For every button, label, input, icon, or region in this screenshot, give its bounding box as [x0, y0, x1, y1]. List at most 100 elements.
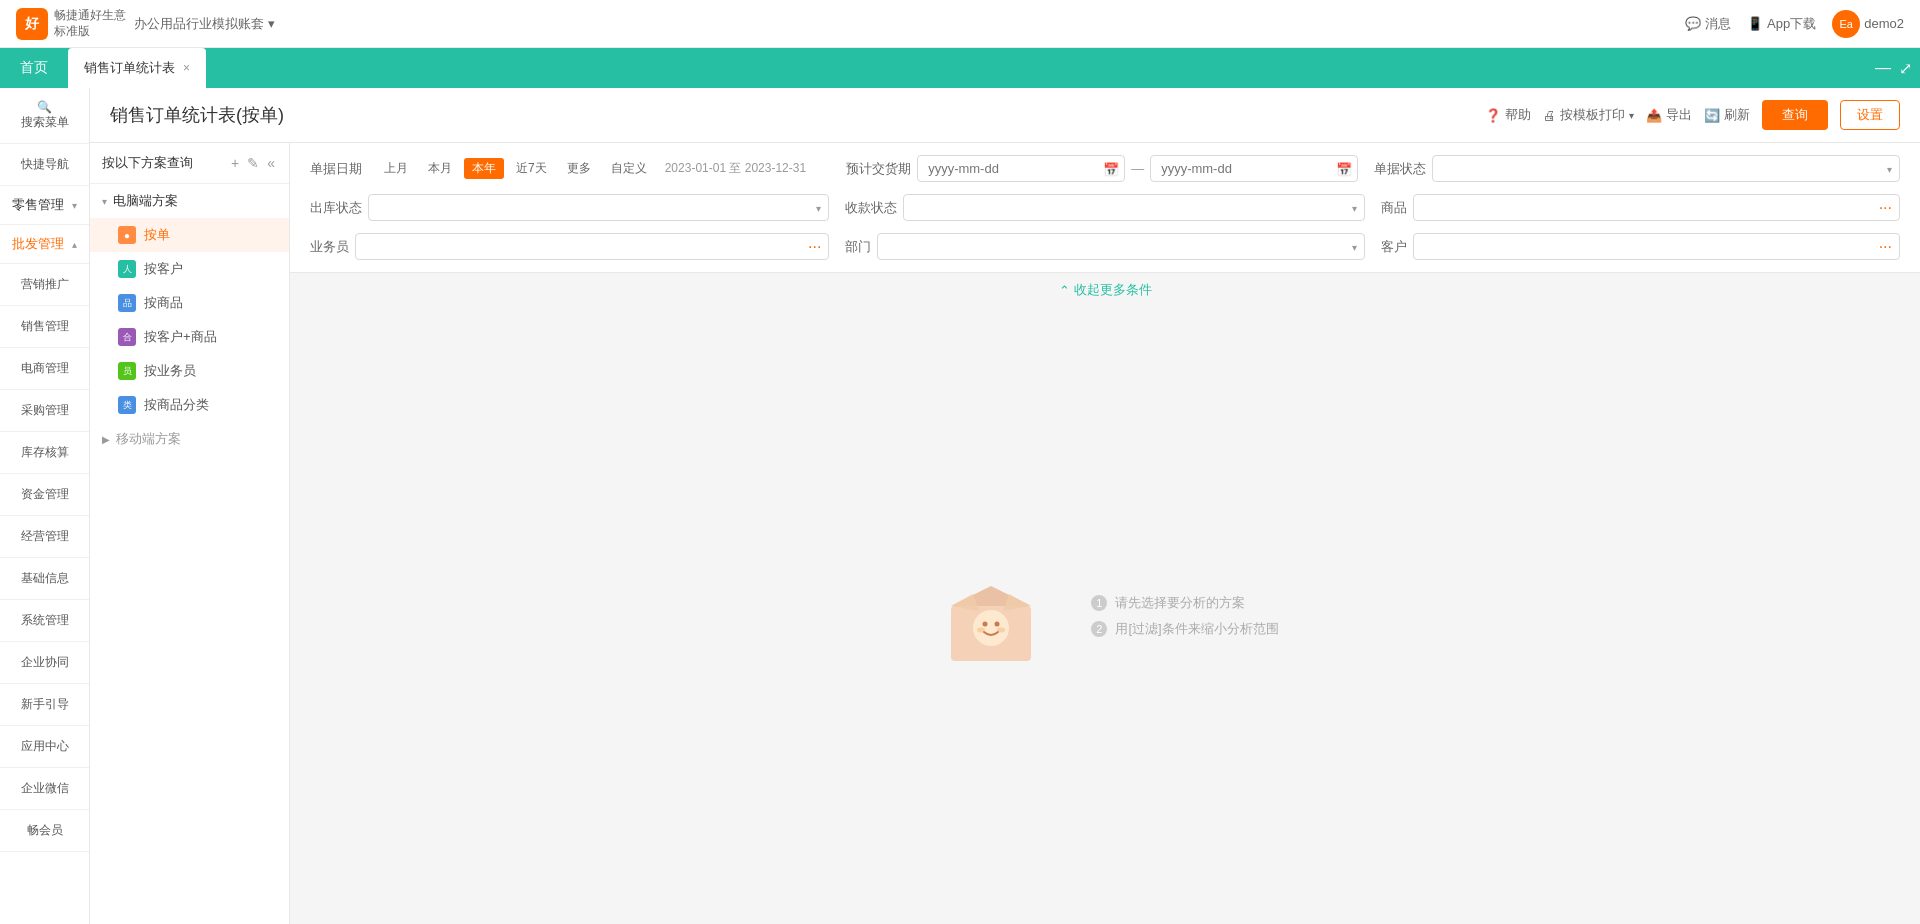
- salesman-dots-icon[interactable]: ···: [808, 238, 821, 256]
- scheme-item-by-customer-goods[interactable]: 合 按客户+商品: [90, 320, 289, 354]
- sidebar-item-operations[interactable]: 经营管理: [0, 516, 89, 558]
- breadcrumb[interactable]: 办公用品行业模拟账套 ▾: [134, 15, 275, 33]
- sidebar-item-appcenter[interactable]: 应用中心: [0, 726, 89, 768]
- logo-area: 好 畅捷通好生意 标准版: [16, 8, 126, 40]
- filter-bill-status-group: 单据状态 ▾: [1374, 155, 1900, 182]
- goods-dots-icon[interactable]: ···: [1879, 199, 1892, 217]
- empty-state-area: 1 请先选择要分析的方案 2 用[过滤]条件来缩小分析范围: [290, 307, 1920, 924]
- maximize-icon[interactable]: ⤢: [1899, 59, 1912, 78]
- bill-status-select[interactable]: [1432, 155, 1900, 182]
- sidebar-quicknav[interactable]: 快捷导航: [0, 144, 89, 186]
- print-arrow-icon: ▾: [1629, 110, 1634, 121]
- scheme-item-by-goods[interactable]: 品 按商品: [90, 286, 289, 320]
- message-icon: 💬: [1685, 16, 1701, 31]
- filter-customer-group: 客户 ···: [1381, 233, 1900, 260]
- breadcrumb-chevron-icon: ▾: [268, 16, 275, 31]
- pill-this-year[interactable]: 本年: [464, 158, 504, 179]
- app-download-button[interactable]: 📱 App下载: [1747, 15, 1816, 33]
- edit-scheme-button[interactable]: ✎: [245, 153, 261, 173]
- dept-label: 部门: [845, 238, 871, 256]
- scheme-salesman-icon: 员: [118, 362, 136, 380]
- export-button[interactable]: 📤 导出: [1646, 106, 1692, 124]
- expected-date-label: 预计交货期: [846, 160, 911, 178]
- pill-this-month[interactable]: 本月: [420, 158, 460, 179]
- scheme-actions: + ✎ «: [229, 153, 277, 173]
- tab-home[interactable]: 首页: [0, 48, 68, 88]
- scheme-item-by-goods-cat[interactable]: 类 按商品分类: [90, 388, 289, 422]
- minimize-icon[interactable]: —: [1875, 59, 1891, 77]
- calendar-end-icon: 📅: [1336, 161, 1352, 176]
- scheme-order-icon: ●: [118, 226, 136, 244]
- help-button[interactable]: ❓ 帮助: [1485, 106, 1531, 124]
- refresh-icon: 🔄: [1704, 108, 1720, 123]
- pill-more[interactable]: 更多: [559, 158, 599, 179]
- message-button[interactable]: 💬 消息: [1685, 15, 1731, 33]
- customer-dots-icon[interactable]: ···: [1879, 238, 1892, 256]
- svg-point-6: [995, 621, 1000, 626]
- collapse-scheme-button[interactable]: «: [265, 153, 277, 173]
- scheme-item-by-salesman[interactable]: 员 按业务员: [90, 354, 289, 388]
- collapse-filter-button[interactable]: ⌃ 收起更多条件: [290, 272, 1920, 307]
- svg-point-4: [973, 610, 1009, 646]
- sidebar-item-retail[interactable]: 零售管理 ▾: [0, 186, 89, 225]
- sidebar-item-wholesale[interactable]: 批发管理 ▴: [0, 225, 89, 264]
- payment-status-select-wrapper: ▾: [903, 194, 1364, 221]
- sidebar-item-member[interactable]: 畅会员: [0, 810, 89, 852]
- out-status-select-wrapper: ▾: [368, 194, 829, 221]
- settings-button[interactable]: 设置: [1840, 100, 1900, 130]
- tab-sales-stats[interactable]: 销售订单统计表 ×: [68, 48, 206, 88]
- sidebar-item-marketing[interactable]: 营销推广: [0, 264, 89, 306]
- filter-content-area: 单据日期 上月 本月 本年 近7天 更多 自定义 2023-01-01 至 20…: [290, 143, 1920, 924]
- sidebar-item-newbie[interactable]: 新手引导: [0, 684, 89, 726]
- mobile-scheme-group[interactable]: ▶ 移动端方案: [90, 422, 289, 456]
- print-button[interactable]: 🖨 按模板打印 ▾: [1543, 106, 1634, 124]
- start-date-input[interactable]: [917, 155, 1125, 182]
- customer-input[interactable]: [1413, 233, 1900, 260]
- pc-scheme-group[interactable]: ▾ 电脑端方案: [90, 184, 289, 218]
- sidebar-item-inventory[interactable]: 库存核算: [0, 432, 89, 474]
- sidebar-item-purchase[interactable]: 采购管理: [0, 390, 89, 432]
- end-date-input[interactable]: [1150, 155, 1358, 182]
- topbar-right: 💬 消息 📱 App下载 Ea demo2: [1685, 10, 1904, 38]
- pill-last-7-days[interactable]: 近7天: [508, 158, 555, 179]
- scheme-item-by-customer[interactable]: 人 按客户: [90, 252, 289, 286]
- filter-area: 单据日期 上月 本月 本年 近7天 更多 自定义 2023-01-01 至 20…: [290, 143, 1920, 307]
- empty-illustration: [931, 556, 1051, 676]
- salesman-input[interactable]: [355, 233, 829, 260]
- sidebar-item-enterprise[interactable]: 企业协同: [0, 642, 89, 684]
- payment-status-select[interactable]: [903, 194, 1364, 221]
- inner-row: 按以下方案查询 + ✎ « ▾ 电脑端方案 ● 按单: [90, 143, 1920, 924]
- date-label: 单据日期: [310, 160, 362, 178]
- goods-label: 商品: [1381, 199, 1407, 217]
- filter-goods-group: 商品 ···: [1381, 194, 1900, 221]
- tab-close-icon[interactable]: ×: [183, 61, 190, 75]
- add-scheme-button[interactable]: +: [229, 153, 241, 173]
- customer-label: 客户: [1381, 238, 1407, 256]
- pill-custom[interactable]: 自定义: [603, 158, 655, 179]
- user-menu[interactable]: Ea demo2: [1832, 10, 1904, 38]
- sidebar-item-sales[interactable]: 销售管理: [0, 306, 89, 348]
- empty-tip-2: 2 用[过滤]条件来缩小分析范围: [1091, 620, 1278, 638]
- empty-svg-icon: [931, 556, 1051, 676]
- scheme-item-by-order[interactable]: ● 按单: [90, 218, 289, 252]
- sidebar-item-system[interactable]: 系统管理: [0, 600, 89, 642]
- query-button[interactable]: 查询: [1762, 100, 1828, 130]
- dept-select[interactable]: [877, 233, 1364, 260]
- scheme-goods-icon: 品: [118, 294, 136, 312]
- sidebar-search[interactable]: 🔍 搜索菜单: [0, 88, 89, 144]
- print-icon: 🖨: [1543, 108, 1556, 123]
- sidebar-item-wechat[interactable]: 企业微信: [0, 768, 89, 810]
- out-status-select[interactable]: [368, 194, 829, 221]
- refresh-button[interactable]: 🔄 刷新: [1704, 106, 1750, 124]
- pill-last-month[interactable]: 上月: [376, 158, 416, 179]
- filter-row-2: 出库状态 ▾ 收款状态: [310, 194, 1900, 221]
- sidebar-item-finance[interactable]: 资金管理: [0, 474, 89, 516]
- filter-payment-status-group: 收款状态 ▾: [845, 194, 1364, 221]
- dept-select-wrapper: ▾: [877, 233, 1364, 260]
- end-date-wrapper: 📅: [1150, 155, 1358, 182]
- page-header: 销售订单统计表(按单) ❓ 帮助 🖨 按模板打印 ▾ 📤 导出 🔄 刷新: [90, 88, 1920, 143]
- goods-input-wrapper: ···: [1413, 194, 1900, 221]
- sidebar-item-ecommerce[interactable]: 电商管理: [0, 348, 89, 390]
- goods-input[interactable]: [1413, 194, 1900, 221]
- sidebar-item-basics[interactable]: 基础信息: [0, 558, 89, 600]
